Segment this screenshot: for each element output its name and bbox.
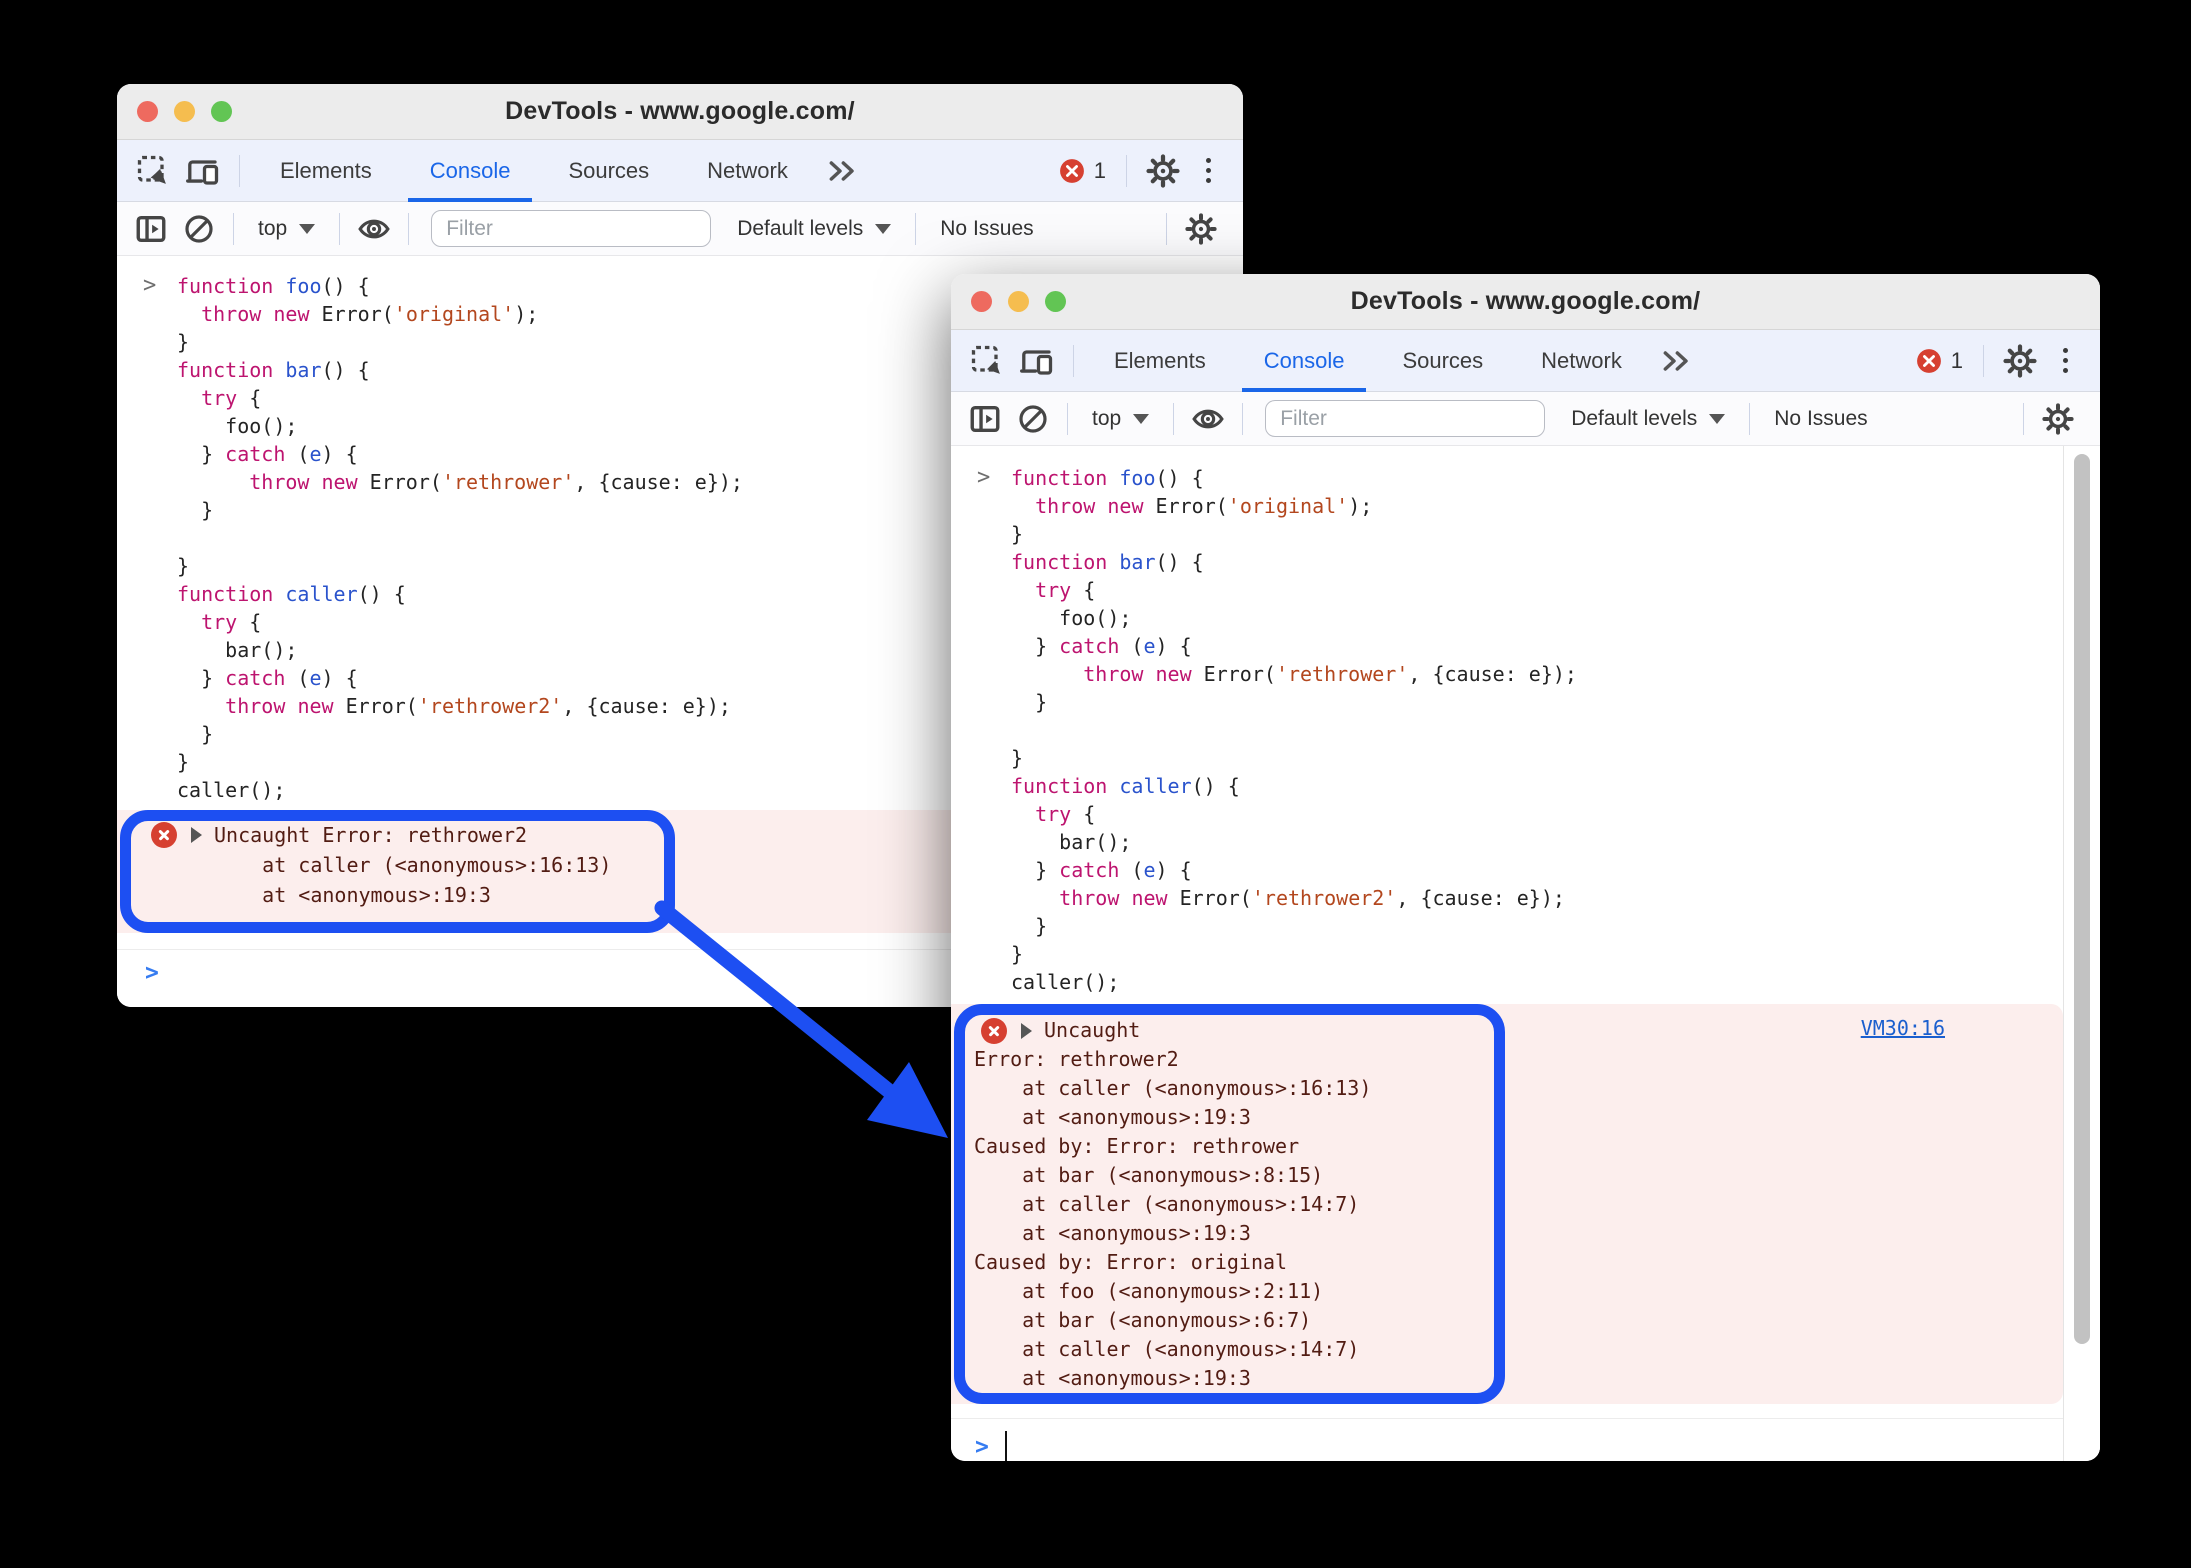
error-count: 1 [1950, 347, 1963, 373]
tab-network[interactable]: Network [1515, 330, 1648, 392]
context-selector[interactable]: top [246, 217, 327, 241]
console-settings-gear-icon[interactable] [2036, 397, 2080, 441]
console-code: function foo() { throw new Error('origin… [1011, 466, 1577, 994]
inspect-element-icon[interactable] [131, 149, 175, 193]
console-messages-area[interactable]: > function foo() { throw new Error('orig… [951, 446, 2100, 1461]
chevron-down-icon [299, 223, 316, 234]
divider [1126, 154, 1127, 187]
chevron-down-icon [1709, 413, 1726, 424]
customize-devtools-icon[interactable] [2048, 348, 2082, 373]
scrollbar-track[interactable] [2063, 446, 2100, 1461]
tab-sources[interactable]: Sources [1376, 330, 1509, 392]
devtools-tab-strip: Elements Console Sources Network 1 [117, 140, 1243, 202]
log-levels-value: Default levels [737, 216, 864, 240]
window-title: DevTools - www.google.com/ [1350, 287, 1701, 315]
chevron-down-icon [875, 223, 892, 234]
issues-label: No Issues [940, 216, 1034, 240]
log-levels-value: Default levels [1571, 406, 1698, 430]
divider [1173, 402, 1175, 435]
console-prompt-chevron: > [975, 1434, 989, 1460]
divider [1983, 344, 1984, 377]
inspect-element-icon[interactable] [965, 339, 1009, 383]
clear-console-icon[interactable] [177, 207, 221, 251]
log-levels-selector[interactable]: Default levels [1559, 407, 1737, 431]
source-location-link[interactable]: VM30:16 [1861, 1016, 1945, 1040]
error-stack-text: Uncaught Error: rethrower2 at caller (<a… [214, 823, 612, 907]
tab-elements[interactable]: Elements [1088, 330, 1232, 392]
console-sidebar-icon[interactable] [963, 397, 1007, 441]
error-count-badge[interactable]: 1 [1053, 158, 1112, 184]
tab-elements[interactable]: Elements [254, 140, 398, 202]
console-input-row[interactable]: > [951, 1418, 2100, 1461]
error-stack-text: Error: rethrower2 at caller (<anonymous>… [974, 1047, 1372, 1390]
divider [1073, 344, 1074, 377]
devtools-window-2: DevTools - www.google.com/ Elements Cons… [951, 274, 2100, 1461]
chevron-down-icon [1133, 413, 1150, 424]
expand-triangle-icon[interactable] [191, 827, 202, 843]
toggle-device-toolbar-icon[interactable] [181, 149, 225, 193]
console-settings-gear-icon[interactable] [1179, 207, 1223, 251]
text-caret [1004, 1431, 1008, 1461]
more-tabs-icon[interactable] [1654, 339, 1698, 383]
scrollbar-thumb[interactable] [2074, 454, 2090, 1344]
filter-input[interactable] [1265, 400, 1546, 437]
divider [1749, 402, 1751, 435]
settings-gear-icon[interactable] [1998, 339, 2042, 383]
issues-counter[interactable]: No Issues [1762, 407, 1879, 431]
error-count-badge[interactable]: 1 [1910, 348, 1969, 374]
divider [2023, 402, 2024, 435]
console-toolbar: top Default levels No Issues [951, 392, 2100, 446]
divider [339, 212, 341, 245]
divider [233, 212, 234, 245]
devtools-tab-strip: Elements Console Sources Network 1 [951, 330, 2100, 392]
window-titlebar[interactable]: DevTools - www.google.com/ [117, 84, 1243, 140]
divider [1067, 402, 1068, 435]
divider [239, 154, 240, 187]
log-levels-selector[interactable]: Default levels [725, 217, 903, 241]
live-expression-eye-icon[interactable] [1186, 397, 1230, 441]
filter-input[interactable] [431, 210, 712, 247]
more-tabs-icon[interactable] [820, 149, 864, 193]
console-sidebar-icon[interactable] [129, 207, 173, 251]
echo-prompt-chevron: > [143, 273, 157, 298]
console-prompt-chevron: > [145, 960, 159, 986]
window-title: DevTools - www.google.com/ [505, 97, 855, 125]
toggle-device-toolbar-icon[interactable] [1015, 339, 1059, 383]
divider [915, 212, 917, 245]
customize-devtools-icon[interactable] [1191, 158, 1225, 183]
clear-console-icon[interactable] [1011, 397, 1055, 441]
tab-console[interactable]: Console [1238, 330, 1371, 392]
context-selector[interactable]: top [1080, 407, 1161, 431]
error-icon [151, 822, 177, 848]
window-titlebar[interactable]: DevTools - www.google.com/ [951, 274, 2100, 330]
tab-sources[interactable]: Sources [542, 140, 675, 202]
screenshot-canvas: DevTools - www.google.com/ Elements Cons [0, 0, 2191, 1568]
tab-console[interactable]: Console [404, 140, 537, 202]
error-icon [981, 1018, 1007, 1044]
tab-network[interactable]: Network [681, 140, 814, 202]
console-code: function foo() { throw new Error('origin… [177, 274, 743, 802]
expand-triangle-icon[interactable] [1021, 1023, 1032, 1039]
divider [1166, 212, 1167, 245]
divider [1242, 402, 1244, 435]
live-expression-eye-icon[interactable] [352, 207, 396, 251]
echo-prompt-chevron: > [977, 465, 991, 490]
context-selector-value: top [1092, 406, 1122, 430]
console-toolbar: top Default levels No Issues [117, 202, 1243, 256]
issues-counter[interactable]: No Issues [928, 217, 1045, 241]
error-first-line: Uncaught [1044, 1018, 1141, 1042]
error-count: 1 [1093, 157, 1106, 183]
console-echo-entry: > function foo() { throw new Error('orig… [951, 446, 2100, 996]
settings-gear-icon[interactable] [1141, 149, 1185, 193]
context-selector-value: top [258, 216, 288, 240]
divider [408, 212, 410, 245]
console-error-row[interactable]: Uncaught Error: rethrower2 at caller (<a… [951, 1004, 2063, 1404]
issues-label: No Issues [1774, 406, 1868, 430]
